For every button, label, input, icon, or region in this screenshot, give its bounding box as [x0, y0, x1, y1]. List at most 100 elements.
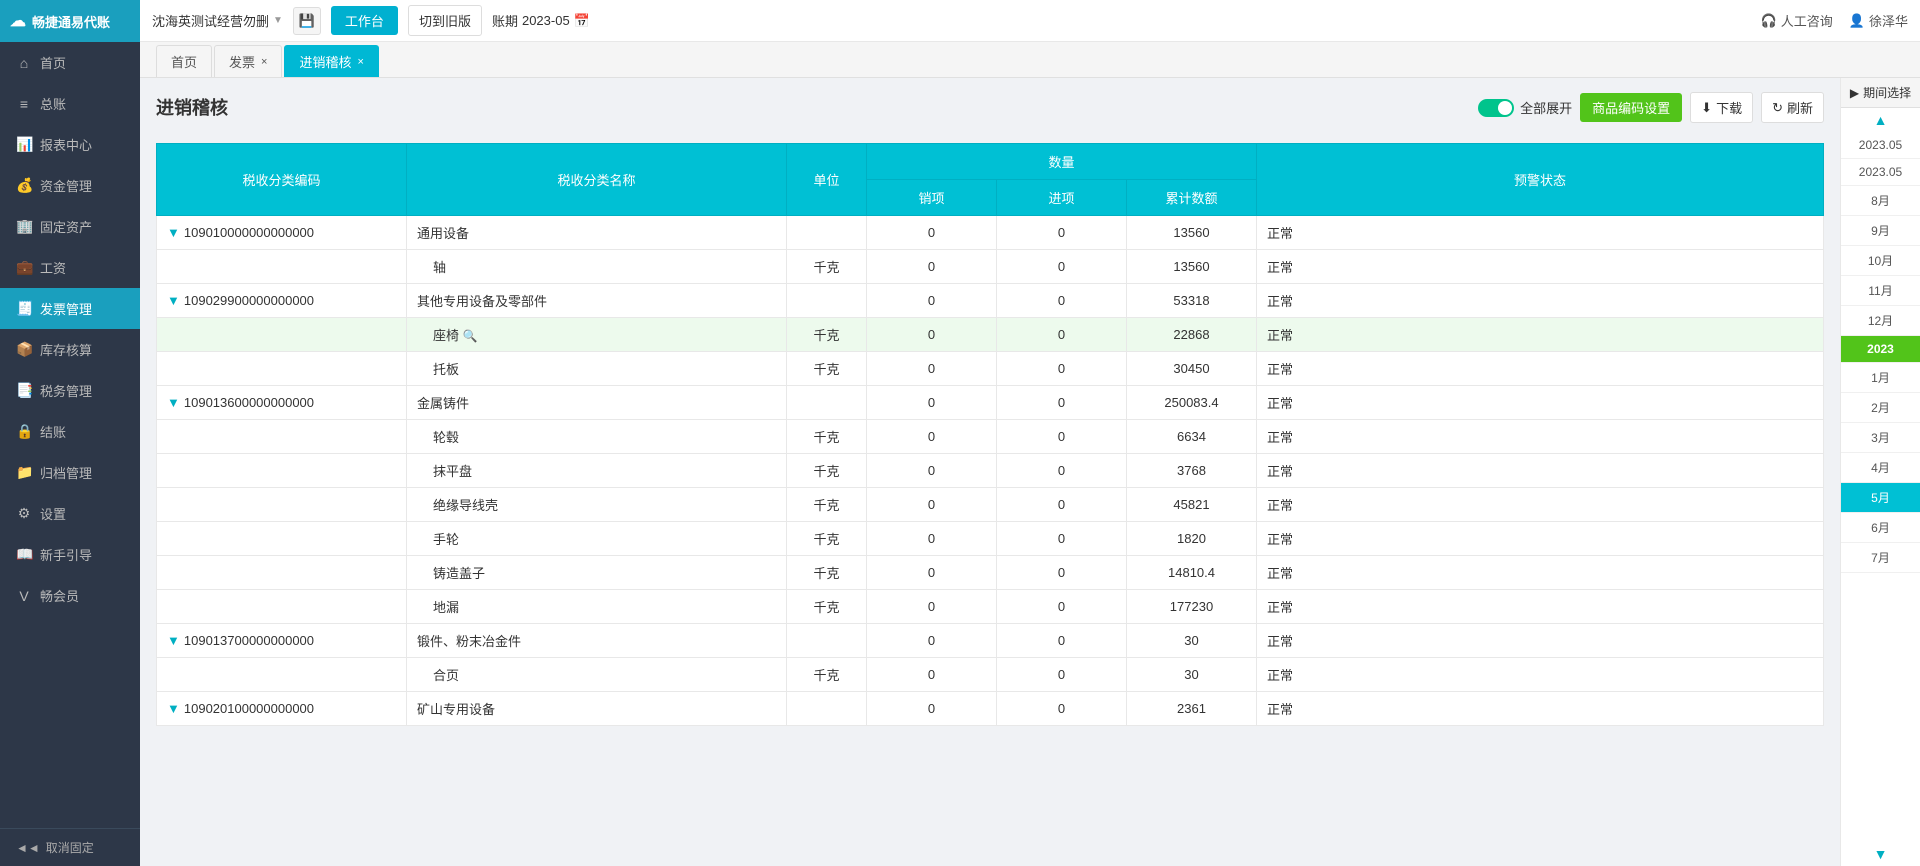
expand-icon[interactable]: ▼: [167, 395, 180, 410]
tab-check[interactable]: 进销稽核 ×: [284, 45, 378, 77]
sidebar-item-ledger[interactable]: ≡ 总账: [0, 83, 140, 124]
save-button[interactable]: 💾: [293, 7, 321, 35]
table-cell-total: 13560: [1127, 216, 1257, 250]
table-cell-status: 正常: [1257, 386, 1824, 420]
unpin-button[interactable]: ◄◄ 取消固定: [0, 828, 140, 866]
support-button[interactable]: 🎧 人工咨询: [1761, 11, 1833, 30]
table-cell-total: 1820: [1127, 522, 1257, 556]
expand-icon[interactable]: ▼: [167, 225, 180, 240]
sidebar-item-reports[interactable]: 📊 报表中心: [0, 124, 140, 165]
period-item[interactable]: 1月: [1841, 363, 1920, 393]
panel-scroll-down[interactable]: ▼: [1841, 842, 1920, 866]
table-cell-purchase: 0: [997, 284, 1127, 318]
logo-icon: ☁: [10, 11, 26, 31]
table-cell-sales: 0: [867, 318, 997, 352]
col-purchase: 进项: [997, 180, 1127, 216]
table-cell-status: 正常: [1257, 352, 1824, 386]
switch-version-button[interactable]: 切到旧版: [408, 5, 482, 36]
table-cell-unit: 千克: [787, 420, 867, 454]
table-cell-name: 其他专用设备及零部件: [407, 284, 787, 318]
expand-icon[interactable]: ▼: [167, 293, 180, 308]
tab-invoices-close[interactable]: ×: [261, 56, 267, 68]
period-item[interactable]: 6月: [1841, 513, 1920, 543]
sidebar-item-funds[interactable]: 💰 资金管理: [0, 165, 140, 206]
panel-scroll-up[interactable]: ▲: [1841, 108, 1920, 132]
vip-icon: V: [16, 588, 32, 604]
unpin-label: 取消固定: [46, 839, 94, 856]
period-item[interactable]: 8月: [1841, 186, 1920, 216]
user-menu[interactable]: 👤 徐泽华: [1849, 11, 1908, 30]
period-item[interactable]: 3月: [1841, 423, 1920, 453]
period-item[interactable]: 12月: [1841, 306, 1920, 336]
payroll-icon: 💼: [16, 259, 32, 276]
period-item[interactable]: 9月: [1841, 216, 1920, 246]
period-item[interactable]: 5月: [1841, 483, 1920, 513]
sidebar-item-archive[interactable]: 📁 归档管理: [0, 452, 140, 493]
table-cell-unit: 千克: [787, 352, 867, 386]
table-cell-sales: 0: [867, 624, 997, 658]
table-cell-sales: 0: [867, 352, 997, 386]
table-cell-name: 锻件、粉末冶金件: [407, 624, 787, 658]
table-cell-unit: [787, 284, 867, 318]
company-selector[interactable]: 沈海英测试经营勿删 ▼: [152, 11, 283, 30]
calendar-icon[interactable]: 📅: [574, 13, 590, 29]
sidebar-item-home[interactable]: ⌂ 首页: [0, 42, 140, 83]
sidebar: ☁ 畅捷通易代账 ⌂ 首页 ≡ 总账 📊 报表中心 💰 资金管理 🏢 固定资产 …: [0, 0, 140, 866]
expand-toggle[interactable]: 全部展开: [1478, 98, 1572, 117]
settings-icon: ⚙: [16, 505, 32, 522]
period-item[interactable]: 7月: [1841, 543, 1920, 573]
period-item[interactable]: 2023.05: [1841, 159, 1920, 186]
table-cell-unit: [787, 624, 867, 658]
sidebar-item-payroll[interactable]: 💼 工资: [0, 247, 140, 288]
table-cell-name: 手轮: [407, 522, 787, 556]
sidebar-item-guide[interactable]: 📖 新手引导: [0, 534, 140, 575]
period-item[interactable]: 11月: [1841, 276, 1920, 306]
table-cell-sales: 0: [867, 454, 997, 488]
tab-invoices[interactable]: 发票 ×: [214, 45, 282, 77]
company-name: 沈海英测试经营勿删: [152, 11, 269, 30]
logo-text: 畅捷通易代账: [32, 12, 110, 31]
topbar-right: 🎧 人工咨询 👤 徐泽华: [1761, 11, 1908, 30]
table-cell-code: [157, 556, 407, 590]
expand-icon[interactable]: ▼: [167, 701, 180, 716]
sidebar-item-label: 工资: [40, 258, 66, 277]
sidebar-item-invoices[interactable]: 🧾 发票管理: [0, 288, 140, 329]
table-cell-total: 30450: [1127, 352, 1257, 386]
table-cell-sales: 0: [867, 386, 997, 420]
period-item[interactable]: 2023: [1841, 336, 1920, 363]
toolbar: 全部展开 商品编码设置 ⬇ 下载 ↻ 刷新: [1478, 92, 1824, 123]
tab-check-close[interactable]: ×: [357, 56, 363, 68]
table-cell-status: 正常: [1257, 454, 1824, 488]
workbench-button[interactable]: 工作台: [331, 6, 398, 35]
table-cell-sales: 0: [867, 556, 997, 590]
product-code-btn[interactable]: 商品编码设置: [1580, 93, 1682, 122]
search-icon[interactable]: 🔍: [463, 329, 478, 343]
sidebar-item-settings[interactable]: ⚙ 设置: [0, 493, 140, 534]
refresh-btn[interactable]: ↻ 刷新: [1761, 92, 1824, 123]
sidebar-item-vip[interactable]: V 畅会员: [0, 575, 140, 616]
period-item[interactable]: 2023.05: [1841, 132, 1920, 159]
expand-icon[interactable]: ▼: [167, 633, 180, 648]
sidebar-item-closing[interactable]: 🔒 结账: [0, 411, 140, 452]
tab-home-label: 首页: [171, 52, 197, 71]
period-item[interactable]: 10月: [1841, 246, 1920, 276]
period-item[interactable]: 2月: [1841, 393, 1920, 423]
panel-arrow-icon: ▶: [1850, 86, 1859, 100]
download-btn[interactable]: ⬇ 下载: [1690, 92, 1753, 123]
period-item[interactable]: 4月: [1841, 453, 1920, 483]
table-cell-total: 6634: [1127, 420, 1257, 454]
table-cell-status: 正常: [1257, 318, 1824, 352]
sidebar-item-tax[interactable]: 📑 税务管理: [0, 370, 140, 411]
table-cell-unit: 千克: [787, 318, 867, 352]
table-cell-sales: 0: [867, 216, 997, 250]
table-cell-unit: [787, 216, 867, 250]
table-cell-code: [157, 318, 407, 352]
table-cell-code: ▼109013600000000000: [157, 386, 407, 420]
table-cell-sales: 0: [867, 488, 997, 522]
table-cell-name: 合页: [407, 658, 787, 692]
tab-home[interactable]: 首页: [156, 45, 212, 77]
sidebar-item-inventory[interactable]: 📦 库存核算: [0, 329, 140, 370]
toggle-switch[interactable]: [1478, 99, 1514, 117]
table-cell-total: 30: [1127, 658, 1257, 692]
sidebar-item-fixed-assets[interactable]: 🏢 固定资产: [0, 206, 140, 247]
